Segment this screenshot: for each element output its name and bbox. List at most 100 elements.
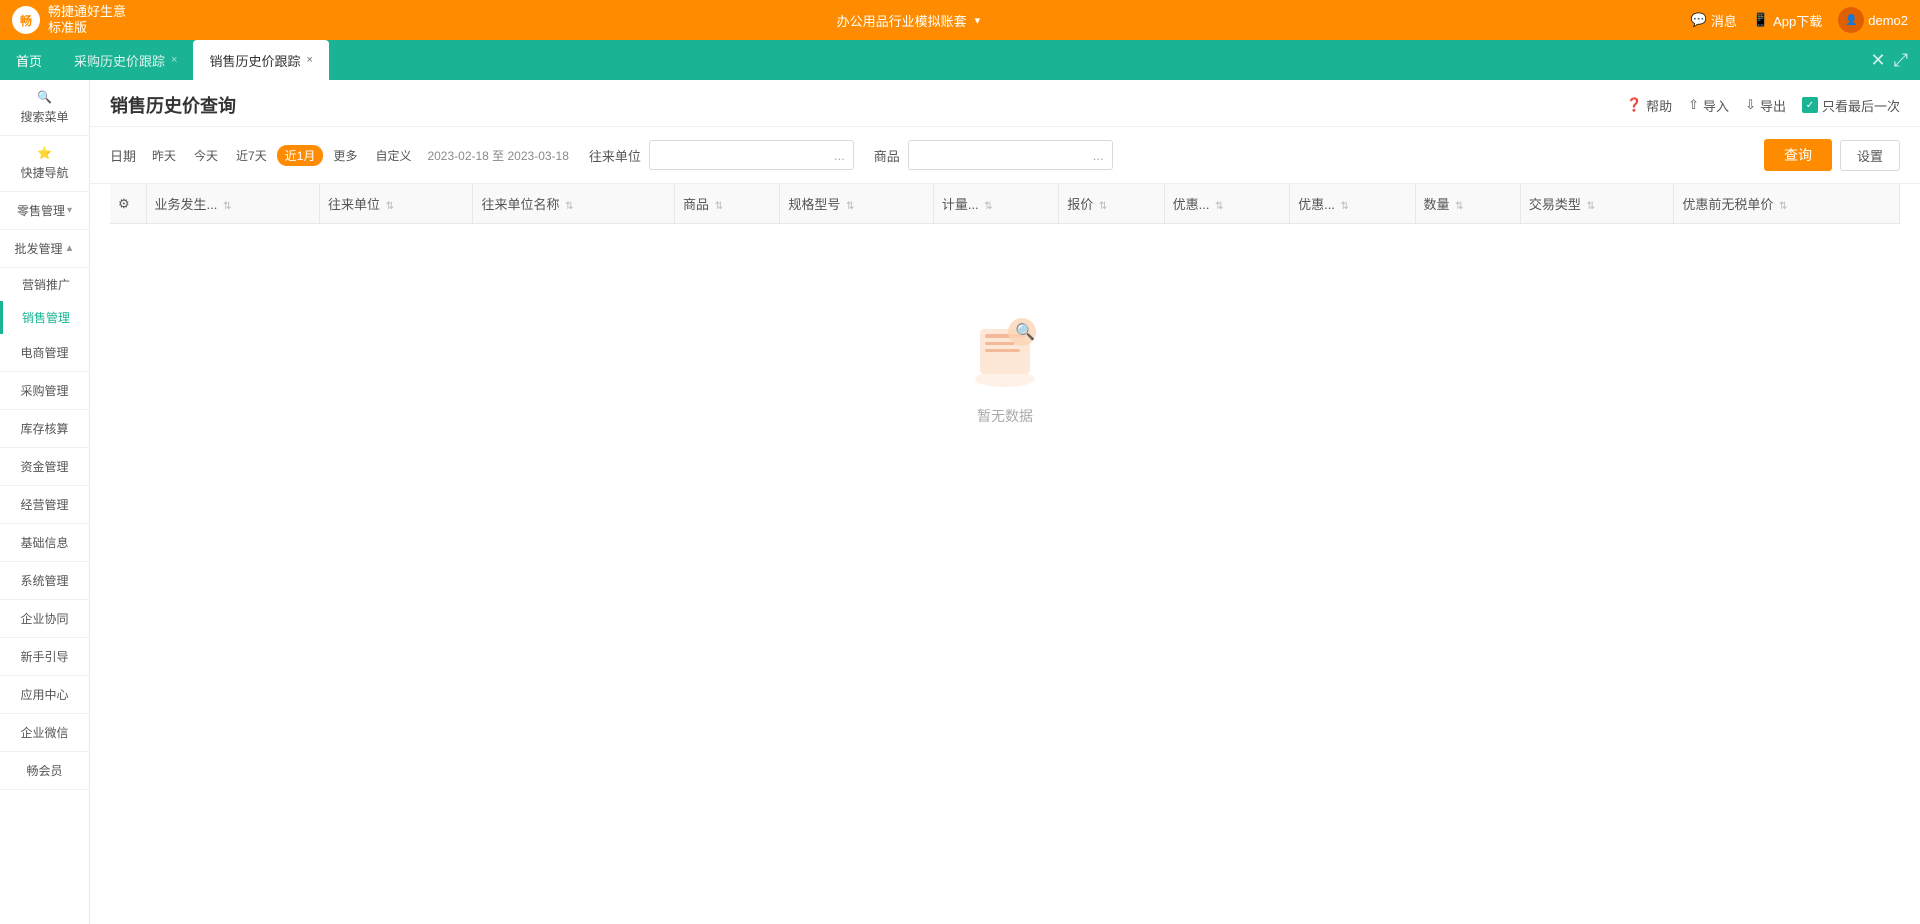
import-btn[interactable]: ⇧ 导入	[1688, 96, 1729, 115]
goods-input[interactable]	[917, 148, 1093, 163]
chevron-down-icon: ▾	[67, 205, 72, 216]
close-sales-tab[interactable]: ×	[306, 54, 312, 66]
sort-icon: ⇅	[1215, 201, 1223, 212]
partner-input-ellipsis[interactable]: ...	[834, 148, 845, 163]
header-left: 畅 畅捷通好生意 标准版	[12, 4, 126, 35]
date-btn-custom[interactable]: 自定义	[367, 145, 419, 166]
sort-icon: ⇅	[984, 201, 992, 212]
col-discount2[interactable]: 优惠... ⇅	[1290, 184, 1415, 224]
close-purchase-tab[interactable]: ×	[171, 54, 177, 66]
col-quote[interactable]: 报价 ⇅	[1059, 184, 1164, 224]
app-logo: 畅	[12, 6, 40, 34]
sidebar-item-member[interactable]: 畅会员	[0, 752, 89, 790]
date-btn-yesterday[interactable]: 昨天	[144, 145, 184, 166]
col-partner-name[interactable]: 往来单位名称 ⇅	[473, 184, 675, 224]
sort-icon: ⇅	[565, 201, 573, 212]
col-partner-code[interactable]: 往来单位 ⇅	[319, 184, 472, 224]
sidebar-item-search[interactable]: 🔍 搜索菜单	[0, 80, 89, 136]
sidebar-item-retail[interactable]: 零售管理 ▾	[0, 192, 89, 230]
col-no-tax-price[interactable]: 优惠前无税单价 ⇅	[1674, 184, 1900, 224]
expand-btn[interactable]: ⤢	[1894, 50, 1908, 71]
query-button[interactable]: 查询	[1764, 139, 1832, 171]
col-settings[interactable]: ⚙	[110, 184, 146, 224]
sort-icon: ⇅	[223, 201, 231, 212]
message-btn[interactable]: 💬 消息	[1691, 11, 1737, 30]
partner-input[interactable]	[658, 148, 834, 163]
chevron-up-icon: ▲	[65, 243, 75, 254]
sidebar-item-purchase[interactable]: 采购管理	[0, 372, 89, 410]
help-icon: ❓	[1626, 97, 1642, 113]
sidebar-item-wholesale[interactable]: 批发管理 ▲	[0, 230, 89, 268]
checkbox-checked-icon: ✓	[1802, 97, 1818, 113]
date-btn-more[interactable]: 更多	[325, 145, 365, 166]
data-table: ⚙ 业务发生... ⇅ 往来单位 ⇅ 往来单位名称 ⇅	[110, 184, 1900, 224]
sidebar-item-app-center[interactable]: 应用中心	[0, 676, 89, 714]
sidebar-item-enterprise[interactable]: 企业协同	[0, 600, 89, 638]
sort-icon: ⇅	[715, 201, 723, 212]
col-biz-date[interactable]: 业务发生... ⇅	[146, 184, 319, 224]
sidebar-item-marketing[interactable]: 营销推广	[0, 268, 89, 301]
page-header: 销售历史价查询 ❓ 帮助 ⇧ 导入 ⇩ 导出 ✓ 只看最后一次	[90, 80, 1920, 127]
empty-icon: 🔍	[960, 304, 1050, 394]
sort-icon: ⇅	[846, 201, 854, 212]
sidebar-item-finance[interactable]: 资金管理	[0, 448, 89, 486]
export-icon: ⇩	[1745, 97, 1756, 113]
sidebar-item-guide[interactable]: 新手引导	[0, 638, 89, 676]
partner-input-wrapper[interactable]: ...	[649, 140, 854, 170]
sort-icon: ⇅	[386, 201, 394, 212]
setting-button[interactable]: 设置	[1840, 140, 1900, 171]
sidebar-item-ecommerce[interactable]: 电商管理	[0, 334, 89, 372]
partner-label: 往来单位	[589, 146, 641, 165]
col-spec[interactable]: 规格型号 ⇅	[780, 184, 933, 224]
shortcut-icon: ⭐	[37, 146, 52, 160]
partner-filter-group: 往来单位 ...	[589, 140, 854, 170]
sidebar-item-inventory[interactable]: 库存核算	[0, 410, 89, 448]
help-btn[interactable]: ❓ 帮助	[1626, 96, 1672, 115]
message-icon: 💬	[1691, 12, 1707, 28]
col-qty[interactable]: 数量 ⇅	[1415, 184, 1520, 224]
tab-sales-history[interactable]: 销售历史价跟踪 ×	[193, 40, 328, 80]
col-trade-type[interactable]: 交易类型 ⇅	[1520, 184, 1673, 224]
goods-input-wrapper[interactable]: ...	[908, 140, 1113, 170]
import-icon: ⇧	[1688, 97, 1699, 113]
sidebar-item-wechat[interactable]: 企业微信	[0, 714, 89, 752]
goods-label: 商品	[874, 146, 900, 165]
sidebar-item-sales-mgmt[interactable]: 销售管理	[0, 301, 89, 334]
filter-actions: 查询 设置	[1764, 139, 1900, 171]
only-last-checkbox[interactable]: ✓ 只看最后一次	[1802, 96, 1900, 115]
sort-icon: ⇅	[1455, 201, 1463, 212]
tab-home[interactable]: 首页	[0, 40, 58, 80]
page-header-actions: ❓ 帮助 ⇧ 导入 ⇩ 导出 ✓ 只看最后一次	[1626, 96, 1900, 115]
date-btn-last7days[interactable]: 近7天	[228, 145, 275, 166]
col-goods[interactable]: 商品 ⇅	[674, 184, 779, 224]
sort-icon: ⇅	[1099, 201, 1107, 212]
col-unit[interactable]: 计量... ⇅	[933, 184, 1058, 224]
app-download-btn[interactable]: 📱 App下载	[1753, 11, 1822, 30]
avatar: 👤	[1838, 7, 1864, 33]
app-name: 畅捷通好生意 标准版	[48, 4, 126, 35]
col-discount1[interactable]: 优惠... ⇅	[1164, 184, 1289, 224]
sidebar-item-system[interactable]: 系统管理	[0, 562, 89, 600]
user-menu[interactable]: 👤 demo2	[1838, 7, 1908, 33]
empty-state: 🔍 暂无数据	[110, 224, 1900, 506]
sidebar: 🔍 搜索菜单 ⭐ 快捷导航 零售管理 ▾ 批发管理 ▲ 营销推广 销售管理 电商…	[0, 80, 90, 924]
sort-icon: ⇅	[1587, 201, 1595, 212]
close-all-tabs-btn[interactable]: ✕	[1871, 50, 1886, 71]
sidebar-item-basic[interactable]: 基础信息	[0, 524, 89, 562]
export-btn[interactable]: ⇩ 导出	[1745, 96, 1786, 115]
tab-purchase-history[interactable]: 采购历史价跟踪 ×	[58, 40, 193, 80]
page-title: 销售历史价查询	[110, 92, 236, 118]
date-btn-last1month[interactable]: 近1月	[277, 145, 324, 166]
gear-icon[interactable]: ⚙	[118, 196, 130, 211]
goods-filter-group: 商品 ...	[874, 140, 1113, 170]
date-filter-group: 日期 昨天 今天 近7天 近1月 更多 自定义 2023-02-18 至 202…	[110, 145, 569, 166]
goods-input-ellipsis[interactable]: ...	[1093, 148, 1104, 163]
workspace-selector[interactable]: 办公用品行业模拟账套 ▾	[837, 11, 981, 30]
download-icon: 📱	[1753, 12, 1769, 28]
sidebar-item-operation[interactable]: 经营管理	[0, 486, 89, 524]
date-btn-today[interactable]: 今天	[186, 145, 226, 166]
filter-bar: 日期 昨天 今天 近7天 近1月 更多 自定义 2023-02-18 至 202…	[90, 127, 1920, 184]
sidebar-item-shortcut[interactable]: ⭐ 快捷导航	[0, 136, 89, 192]
content-area: 销售历史价查询 ❓ 帮助 ⇧ 导入 ⇩ 导出 ✓ 只看最后一次	[90, 80, 1920, 924]
main-layout: 🔍 搜索菜单 ⭐ 快捷导航 零售管理 ▾ 批发管理 ▲ 营销推广 销售管理 电商…	[0, 80, 1920, 924]
